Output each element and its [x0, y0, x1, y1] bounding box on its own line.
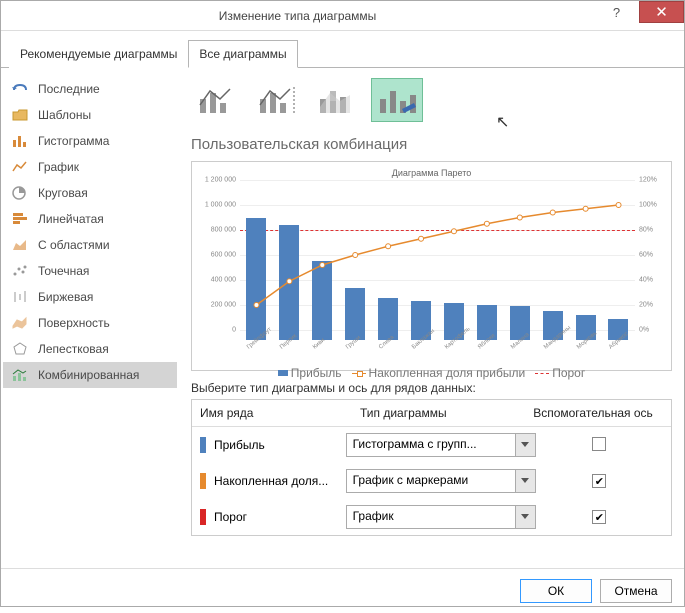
series-table: Имя ряда Тип диаграммы Вспомогательная о…: [191, 399, 672, 536]
col-name: Имя ряда: [200, 406, 360, 420]
chart-plot-area: 0200 000400 000600 000800 0001 000 0001 …: [240, 180, 635, 340]
titlebar-buttons: ? ✕: [594, 1, 684, 30]
col-type: Тип диаграммы: [360, 406, 523, 420]
sidebar-item-scatter[interactable]: Точечная: [3, 258, 177, 284]
series-type-select[interactable]: Гистограмма с групп...: [346, 433, 536, 457]
series-name-cell: Порог: [200, 509, 346, 525]
select-value: График с маркерами: [347, 470, 515, 492]
series-axis-cell: ✔: [536, 474, 663, 489]
sidebar-item-surface[interactable]: Поверхность: [3, 310, 177, 336]
series-type-select[interactable]: График: [346, 505, 536, 529]
sidebar-item-radar[interactable]: Лепестковая: [3, 336, 177, 362]
sidebar-item-bar[interactable]: Линейчатая: [3, 206, 177, 232]
sidebar-item-combo[interactable]: Комбинированная: [3, 362, 177, 388]
legend-item-line: Накопленная доля прибыли: [352, 366, 526, 380]
sidebar-label: Точечная: [38, 264, 89, 278]
series-axis-cell: ✔: [536, 510, 663, 525]
sidebar-label: Линейчатая: [38, 212, 104, 226]
series-type-cell: Гистограмма с групп...: [346, 433, 536, 457]
folder-icon: [11, 107, 29, 123]
select-value: График: [347, 506, 515, 528]
sidebar-item-templates[interactable]: Шаблоны: [3, 102, 177, 128]
series-name-cell: Прибыль: [200, 437, 346, 453]
series-name-text: Порог: [214, 510, 247, 524]
sidebar-item-stock[interactable]: Биржевая: [3, 284, 177, 310]
select-value: Гистограмма с групп...: [347, 434, 515, 456]
series-axis-cell: [536, 437, 663, 454]
subtype-row: [191, 78, 672, 122]
series-row: Порог График ✔: [192, 499, 671, 535]
help-button[interactable]: ?: [594, 1, 639, 23]
scatter-chart-icon: [11, 263, 29, 279]
subtype-custom[interactable]: [371, 78, 423, 122]
chevron-down-icon[interactable]: [515, 470, 535, 492]
sidebar-item-area[interactable]: С областями: [3, 232, 177, 258]
radar-chart-icon: [11, 341, 29, 357]
area-chart-icon: [11, 237, 29, 253]
series-type-cell: График: [346, 505, 536, 529]
bar-chart-icon: [11, 211, 29, 227]
close-button[interactable]: ✕: [639, 1, 684, 23]
subtype-1[interactable]: [191, 78, 243, 122]
sidebar-label: Последние: [38, 82, 100, 96]
tab-bar: Рекомендуемые диаграммы Все диаграммы: [1, 31, 684, 68]
chevron-down-icon[interactable]: [515, 506, 535, 528]
subtype-2[interactable]: [251, 78, 303, 122]
ok-button[interactable]: ОК: [520, 579, 592, 603]
series-section-label: Выберите тип диаграммы и ось для рядов д…: [191, 381, 672, 395]
series-name-text: Накопленная доля...: [214, 474, 328, 488]
sidebar-label: Шаблоны: [38, 108, 91, 122]
section-title: Пользовательская комбинация: [191, 136, 672, 153]
series-row: Прибыль Гистограмма с групп...: [192, 427, 671, 463]
chart-preview[interactable]: Диаграмма Парето 0200 000400 000600 0008…: [191, 161, 672, 371]
cancel-button[interactable]: Отмена: [600, 579, 672, 603]
secondary-axis-checkbox[interactable]: ✔: [592, 474, 606, 488]
series-name-text: Прибыль: [214, 438, 265, 452]
series-color-swatch: [200, 509, 206, 525]
tab-all[interactable]: Все диаграммы: [188, 40, 297, 68]
col-axis: Вспомогательная ось: [523, 406, 663, 420]
subtype-3[interactable]: [311, 78, 363, 122]
column-chart-icon: [11, 133, 29, 149]
series-type-select[interactable]: График с маркерами: [346, 469, 536, 493]
sidebar-label: Комбинированная: [38, 368, 139, 382]
sidebar-item-column[interactable]: Гистограмма: [3, 128, 177, 154]
sidebar-label: Круговая: [38, 186, 88, 200]
line-chart-icon: [11, 159, 29, 175]
chevron-down-icon[interactable]: [515, 434, 535, 456]
dialog-footer: ОК Отмена: [1, 568, 684, 613]
secondary-axis-checkbox[interactable]: [592, 437, 606, 451]
chart-type-sidebar: Последние Шаблоны Гистограмма График Кру…: [1, 68, 179, 568]
sidebar-item-line[interactable]: График: [3, 154, 177, 180]
sidebar-label: С областями: [38, 238, 110, 252]
sidebar-label: Биржевая: [38, 290, 93, 304]
series-table-header: Имя ряда Тип диаграммы Вспомогательная о…: [192, 400, 671, 427]
series-row: Накопленная доля... График с маркерами ✔: [192, 463, 671, 499]
series-color-swatch: [200, 473, 206, 489]
sidebar-label: График: [38, 160, 79, 174]
legend-item-threshold: Порог: [535, 366, 585, 380]
content-area: Последние Шаблоны Гистограмма График Кру…: [1, 68, 684, 568]
chart-title: Диаграмма Парето: [200, 168, 663, 178]
titlebar: Изменение типа диаграммы ? ✕: [1, 1, 684, 31]
series-color-swatch: [200, 437, 206, 453]
sidebar-label: Лепестковая: [38, 342, 109, 356]
sidebar-item-recent[interactable]: Последние: [3, 76, 177, 102]
sidebar-label: Гистограмма: [38, 134, 109, 148]
series-type-cell: График с маркерами: [346, 469, 536, 493]
sidebar-label: Поверхность: [38, 316, 110, 330]
sidebar-item-pie[interactable]: Круговая: [3, 180, 177, 206]
undo-icon: [11, 81, 29, 97]
secondary-axis-checkbox[interactable]: ✔: [592, 510, 606, 524]
surface-chart-icon: [11, 315, 29, 331]
tab-recommended[interactable]: Рекомендуемые диаграммы: [9, 40, 188, 68]
window-title: Изменение типа диаграммы: [1, 9, 594, 23]
series-name-cell: Накопленная доля...: [200, 473, 346, 489]
combo-chart-icon: [11, 367, 29, 383]
pie-chart-icon: [11, 185, 29, 201]
main-panel: ↖ Пользовательская комбинация Диаграмма …: [179, 68, 684, 568]
stock-chart-icon: [11, 289, 29, 305]
